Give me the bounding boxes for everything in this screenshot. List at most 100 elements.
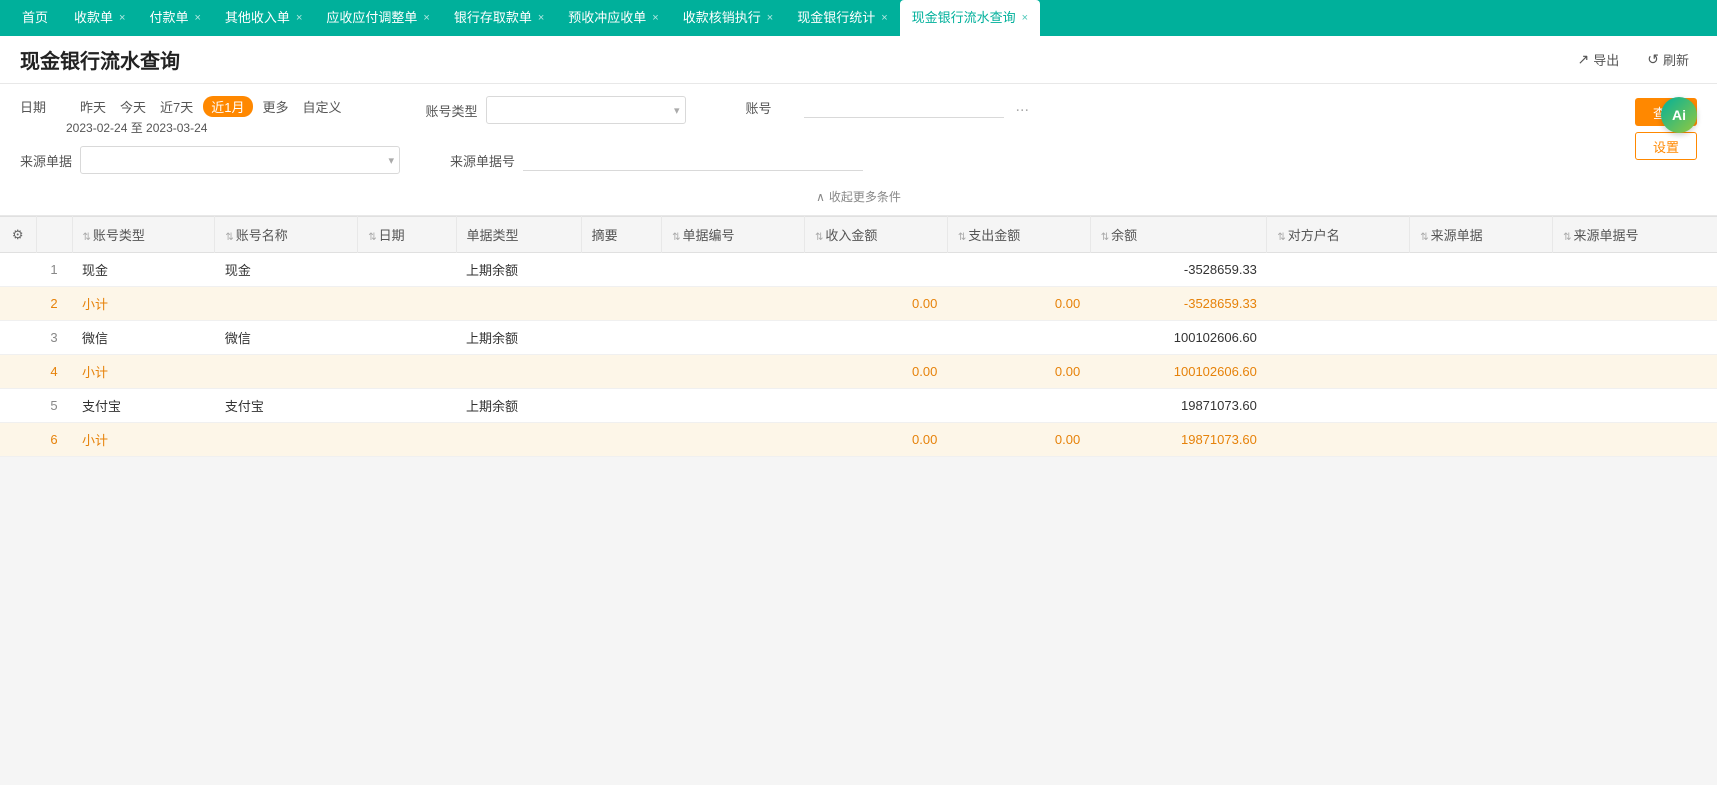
table-cell: 0.00	[947, 423, 1090, 457]
table-cell: 6	[36, 423, 72, 457]
table-cell	[1553, 321, 1717, 355]
table-cell	[456, 355, 581, 389]
close-icon[interactable]: ×	[423, 0, 429, 36]
table-cell	[358, 355, 456, 389]
table-cell	[1267, 253, 1410, 287]
export-button[interactable]: ↗ 导出	[1570, 46, 1628, 73]
table-cell	[662, 287, 805, 321]
close-icon[interactable]: ×	[538, 0, 544, 36]
table-row: 6小计0.000.0019871073.60	[0, 423, 1717, 457]
date-opt-7days[interactable]: 近7天	[156, 96, 197, 117]
nav-home[interactable]: 首页	[8, 0, 62, 36]
date-opt-today[interactable]: 今天	[116, 96, 150, 117]
source-doc-no-filter-group: 来源单据号	[450, 149, 863, 171]
table-cell	[581, 253, 662, 287]
table-cell: 现金	[215, 253, 358, 287]
source-doc-select[interactable]	[80, 146, 400, 174]
close-icon[interactable]: ×	[296, 0, 302, 36]
table-cell	[0, 389, 36, 423]
page-actions: ↗ 导出 ↺ 刷新	[1570, 46, 1698, 73]
column-expense[interactable]: ⇅支出金额	[947, 217, 1090, 253]
table-cell	[0, 423, 36, 457]
date-opt-custom[interactable]: 自定义	[299, 96, 346, 117]
tab-bank-deposit[interactable]: 银行存取款单 ×	[442, 0, 556, 36]
table-cell: -3528659.33	[1090, 287, 1267, 321]
table-cell	[215, 287, 358, 321]
table-cell	[581, 321, 662, 355]
close-icon[interactable]: ×	[1022, 0, 1028, 36]
column-balance[interactable]: ⇅余额	[1090, 217, 1267, 253]
close-icon[interactable]: ×	[652, 0, 658, 36]
table-cell: 5	[36, 389, 72, 423]
table-cell	[662, 355, 805, 389]
table-cell	[1410, 389, 1553, 423]
column-source-doc-no[interactable]: ⇅来源单据号	[1553, 217, 1717, 253]
source-doc-no-label: 来源单据号	[450, 151, 515, 170]
table-cell: 4	[36, 355, 72, 389]
refresh-button[interactable]: ↺ 刷新	[1639, 46, 1697, 73]
column-account-type[interactable]: ⇅账号类型	[72, 217, 215, 253]
date-options: 昨天 今天 近7天 近1月 更多 自定义	[76, 96, 346, 117]
left-filters: 日期 昨天 今天 近7天 近1月 更多 自定义 2023-02-24 至 202…	[20, 96, 1619, 184]
table-cell	[1267, 355, 1410, 389]
table-body: 1现金现金上期余额-3528659.332小计0.000.00-3528659.…	[0, 253, 1717, 457]
table-cell	[1267, 321, 1410, 355]
close-icon[interactable]: ×	[194, 0, 200, 36]
table-cell: 100102606.60	[1090, 321, 1267, 355]
table-cell	[1553, 355, 1717, 389]
table-cell	[947, 253, 1090, 287]
column-num	[36, 217, 72, 253]
account-input[interactable]	[804, 96, 1004, 118]
close-icon[interactable]: ×	[881, 0, 887, 36]
date-opt-yesterday[interactable]: 昨天	[76, 96, 110, 117]
column-counterpart[interactable]: ⇅对方户名	[1267, 217, 1410, 253]
table-cell: 微信	[72, 321, 215, 355]
ai-badge-button[interactable]: Ai	[1661, 97, 1697, 133]
table-row: 4小计0.000.00100102606.60	[0, 355, 1717, 389]
tab-bank-flow-query[interactable]: 现金银行流水查询 ×	[900, 0, 1040, 36]
column-account-name[interactable]: ⇅账号名称	[215, 217, 358, 253]
collapse-bar[interactable]: ∧ 收起更多条件	[20, 184, 1697, 207]
account-type-select[interactable]	[486, 96, 686, 124]
table-cell: 上期余额	[456, 389, 581, 423]
table-cell: 上期余额	[456, 321, 581, 355]
chevron-up-icon: ∧	[816, 190, 825, 204]
date-opt-1month[interactable]: 近1月	[203, 96, 252, 117]
table-cell	[662, 389, 805, 423]
table-cell: 0.00	[805, 287, 948, 321]
more-dots-button[interactable]: ...	[1012, 98, 1033, 116]
table-cell	[805, 389, 948, 423]
account-type-label: 账号类型	[426, 101, 478, 120]
tab-receipts[interactable]: 收款单 ×	[62, 0, 137, 36]
source-doc-no-input[interactable]	[523, 149, 863, 171]
tab-collection-exec[interactable]: 收款核销执行 ×	[671, 0, 785, 36]
table-cell: 小计	[72, 355, 215, 389]
export-icon: ↗	[1578, 51, 1590, 68]
column-doc-no[interactable]: ⇅单据编号	[662, 217, 805, 253]
table-cell	[215, 355, 358, 389]
tab-payments[interactable]: 付款单 ×	[137, 0, 212, 36]
column-source-doc[interactable]: ⇅来源单据	[1410, 217, 1553, 253]
table-cell	[1410, 321, 1553, 355]
close-icon[interactable]: ×	[767, 0, 773, 36]
table-cell: 小计	[72, 423, 215, 457]
table-cell	[581, 355, 662, 389]
tab-adjustment[interactable]: 应收应付调整单 ×	[314, 0, 441, 36]
tab-prepayment[interactable]: 预收冲应收单 ×	[556, 0, 670, 36]
table-cell	[1410, 355, 1553, 389]
date-filter-group: 日期 昨天 今天 近7天 近1月 更多 自定义 2023-02-24 至 202…	[20, 96, 346, 136]
account-filter-group: 账号 ...	[746, 96, 1033, 118]
page-header: 现金银行流水查询 ↗ 导出 ↺ 刷新	[0, 36, 1717, 84]
table-cell	[1267, 287, 1410, 321]
date-opt-more[interactable]: 更多	[259, 96, 293, 117]
tab-bank-stats[interactable]: 现金银行统计 ×	[785, 0, 899, 36]
column-income[interactable]: ⇅收入金额	[805, 217, 948, 253]
close-icon[interactable]: ×	[119, 0, 125, 36]
settings-button[interactable]: 设置	[1635, 132, 1697, 160]
tab-other-income[interactable]: 其他收入单 ×	[213, 0, 314, 36]
column-settings-icon[interactable]: ⚙	[0, 217, 36, 253]
table-cell	[358, 253, 456, 287]
account-label: 账号	[746, 98, 796, 117]
column-date[interactable]: ⇅日期	[358, 217, 456, 253]
column-doc-type: 单据类型	[456, 217, 581, 253]
